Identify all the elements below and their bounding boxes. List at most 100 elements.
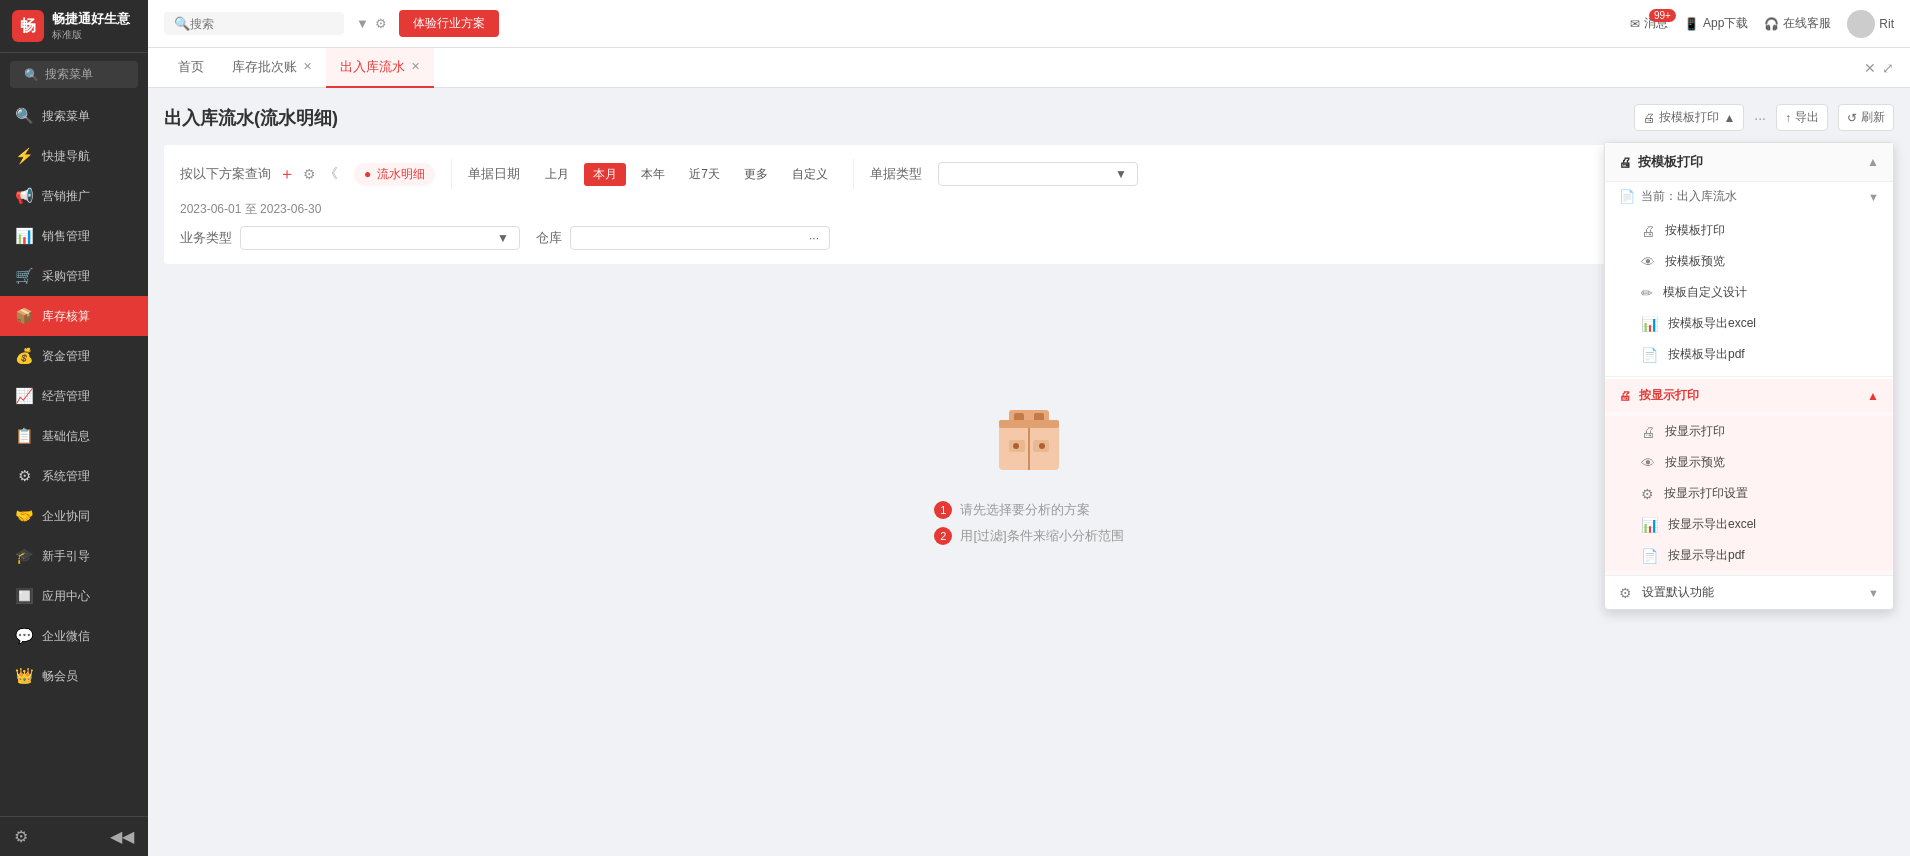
display-preview-item[interactable]: 👁 按显示预览 bbox=[1605, 447, 1893, 478]
more-actions-icon[interactable]: ··· bbox=[1754, 110, 1766, 126]
user-avatar bbox=[1847, 10, 1875, 38]
sidebar-search-button[interactable]: 🔍 搜索菜单 bbox=[10, 61, 138, 88]
display-section-title: 🖨 按显示打印 bbox=[1619, 387, 1699, 404]
display-print-settings-item[interactable]: ⚙ 按显示打印设置 bbox=[1605, 478, 1893, 509]
settings-item-icon: ⚙ bbox=[1619, 585, 1632, 601]
template-preview-label: 按模板预览 bbox=[1665, 253, 1725, 270]
topbar-search: 🔍 bbox=[164, 12, 344, 35]
sidebar-item-base[interactable]: 📋 基础信息 bbox=[0, 416, 148, 456]
sidebar-item-quick[interactable]: ⚡ 快捷导航 bbox=[0, 136, 148, 176]
date-btn-custom[interactable]: 自定义 bbox=[783, 163, 837, 186]
purchase-nav-icon: 🛒 bbox=[14, 266, 34, 286]
app-download-item[interactable]: 📱 App下载 bbox=[1684, 15, 1748, 32]
collapse-left-icon[interactable]: 《 bbox=[324, 165, 338, 183]
date-btn-more[interactable]: 更多 bbox=[735, 163, 777, 186]
base-nav-label: 基础信息 bbox=[42, 428, 90, 445]
tab-batch-label: 库存批次账 bbox=[232, 58, 297, 76]
template-print-section: 🖨 按模板打印 👁 按模板预览 ✏ 模板自定义设计 📊 按模板导出excel bbox=[1605, 211, 1893, 374]
sidebar-item-purchase[interactable]: 🛒 采购管理 bbox=[0, 256, 148, 296]
print-dropdown-collapse-icon[interactable]: ▲ bbox=[1867, 155, 1879, 169]
operations-nav-label: 经营管理 bbox=[42, 388, 90, 405]
marketing-nav-label: 营销推广 bbox=[42, 188, 90, 205]
date-btn-7days[interactable]: 近7天 bbox=[680, 163, 729, 186]
step-1: 1 请先选择要分析的方案 bbox=[934, 501, 1123, 519]
template-custom-item[interactable]: ✏ 模板自定义设计 bbox=[1605, 277, 1893, 308]
display-pdf-icon: 📄 bbox=[1641, 548, 1658, 564]
biz-type-select[interactable]: ▼ bbox=[240, 226, 520, 250]
sidebar-item-finance[interactable]: 💰 资金管理 bbox=[0, 336, 148, 376]
step-2: 2 用[过滤]条件来缩小分析范围 bbox=[934, 527, 1123, 545]
page-actions: 🖨 按模板打印 ▲ ··· ↑ 导出 ↺ 刷新 bbox=[1634, 104, 1894, 131]
current-template-arrow: ▼ bbox=[1868, 191, 1879, 203]
export-button[interactable]: ↑ 导出 bbox=[1776, 104, 1828, 131]
sidebar-item-collab[interactable]: 🤝 企业协同 bbox=[0, 496, 148, 536]
topbar-left: 🔍 ▼ ⚙ 体验行业方案 bbox=[164, 10, 499, 37]
sidebar-item-member[interactable]: 👑 畅会员 bbox=[0, 656, 148, 696]
display-export-pdf-label: 按显示导出pdf bbox=[1668, 547, 1745, 564]
search-nav-label: 搜索菜单 bbox=[42, 108, 90, 125]
inventory-nav-icon: 📦 bbox=[14, 306, 34, 326]
biz-type-arrow-icon: ▼ bbox=[497, 231, 509, 245]
main-area: 🔍 ▼ ⚙ 体验行业方案 ✉ 消息 99+ 📱 App下载 bbox=[148, 0, 1910, 856]
warehouse-more-icon[interactable]: ··· bbox=[809, 231, 819, 245]
search-nav-icon: 🔍 bbox=[14, 106, 34, 126]
svg-rect-4 bbox=[999, 420, 1059, 428]
sidebar-item-wechat[interactable]: 💬 企业微信 bbox=[0, 616, 148, 656]
tab-home[interactable]: 首页 bbox=[164, 48, 218, 88]
date-btn-thisyear[interactable]: 本年 bbox=[632, 163, 674, 186]
user-profile[interactable]: Rit bbox=[1847, 10, 1894, 38]
printer-icon: 🖨 bbox=[1643, 111, 1655, 125]
date-btn-lastmonth[interactable]: 上月 bbox=[536, 163, 578, 186]
manage-scheme-icon[interactable]: ⚙ bbox=[303, 166, 316, 182]
app-logo-icon: 畅 bbox=[12, 10, 44, 42]
sidebar-item-search[interactable]: 🔍 搜索菜单 bbox=[0, 96, 148, 136]
tab-batch-close[interactable]: ✕ bbox=[303, 60, 312, 73]
sidebar-item-guide[interactable]: 🎓 新手引导 bbox=[0, 536, 148, 576]
sidebar-item-apps[interactable]: 🔲 应用中心 bbox=[0, 576, 148, 616]
tab-flow[interactable]: 出入库流水 ✕ bbox=[326, 48, 434, 88]
purchase-nav-label: 采购管理 bbox=[42, 268, 90, 285]
sales-nav-icon: 📊 bbox=[14, 226, 34, 246]
doctype-select[interactable]: ▼ bbox=[938, 162, 1138, 186]
sidebar-item-sales[interactable]: 📊 销售管理 bbox=[0, 216, 148, 256]
display-section-header[interactable]: 🖨 按显示打印 ▲ bbox=[1605, 379, 1893, 412]
tab-flow-close[interactable]: ✕ bbox=[411, 60, 420, 73]
print-template-button[interactable]: 🖨 按模板打印 ▲ bbox=[1634, 104, 1744, 131]
refresh-button[interactable]: ↺ 刷新 bbox=[1838, 104, 1894, 131]
date-btn-thismonth[interactable]: 本月 bbox=[584, 163, 626, 186]
sidebar-item-operations[interactable]: 📈 经营管理 bbox=[0, 376, 148, 416]
close-all-icon[interactable]: ✕ bbox=[1864, 60, 1876, 76]
add-scheme-icon[interactable]: ＋ bbox=[279, 164, 295, 185]
tag-dot-icon: ● bbox=[364, 167, 371, 181]
sidebar-item-marketing[interactable]: 📢 营销推广 bbox=[0, 176, 148, 216]
display-export-excel-item[interactable]: 📊 按显示导出excel bbox=[1605, 509, 1893, 540]
template-print-item[interactable]: 🖨 按模板打印 bbox=[1605, 215, 1893, 246]
quick-nav-icon: ⚡ bbox=[14, 146, 34, 166]
sidebar-item-inventory[interactable]: 📦 库存核算 bbox=[0, 296, 148, 336]
display-print-item[interactable]: 🖨 按显示打印 bbox=[1605, 416, 1893, 447]
sidebar-item-system[interactable]: ⚙ 系统管理 bbox=[0, 456, 148, 496]
collapse-sidebar-icon[interactable]: ◀◀ bbox=[110, 827, 134, 846]
industry-solution-button[interactable]: 体验行业方案 bbox=[399, 10, 499, 37]
gear-icon[interactable]: ⚙ bbox=[375, 16, 387, 31]
display-export-pdf-item[interactable]: 📄 按显示导出pdf bbox=[1605, 540, 1893, 571]
svg-point-9 bbox=[1039, 443, 1045, 449]
tab-batch[interactable]: 库存批次账 ✕ bbox=[218, 48, 326, 88]
operations-nav-icon: 📈 bbox=[14, 386, 34, 406]
biz-type-field: 业务类型 ▼ bbox=[180, 226, 520, 250]
display-print-label: 按显示打印 bbox=[1665, 423, 1725, 440]
expand-icon[interactable]: ⤢ bbox=[1882, 60, 1894, 76]
settings-item-left: ⚙ 设置默认功能 bbox=[1619, 584, 1714, 601]
online-service-item[interactable]: 🎧 在线客服 bbox=[1764, 15, 1831, 32]
message-item[interactable]: ✉ 消息 99+ bbox=[1630, 15, 1668, 32]
topbar-search-input[interactable] bbox=[190, 17, 310, 31]
default-settings-item[interactable]: ⚙ 设置默认功能 ▼ bbox=[1605, 575, 1893, 609]
print-dropdown-wrapper: 🖨 按模板打印 ▲ bbox=[1634, 104, 1744, 131]
warehouse-select[interactable]: ··· bbox=[570, 226, 830, 250]
template-export-pdf-item[interactable]: 📄 按模板导出pdf bbox=[1605, 339, 1893, 370]
settings-icon[interactable]: ⚙ bbox=[14, 827, 28, 846]
dropdown-icon[interactable]: ▼ bbox=[356, 16, 369, 31]
template-export-excel-item[interactable]: 📊 按模板导出excel bbox=[1605, 308, 1893, 339]
template-preview-item[interactable]: 👁 按模板预览 bbox=[1605, 246, 1893, 277]
biz-type-label: 业务类型 bbox=[180, 229, 232, 247]
